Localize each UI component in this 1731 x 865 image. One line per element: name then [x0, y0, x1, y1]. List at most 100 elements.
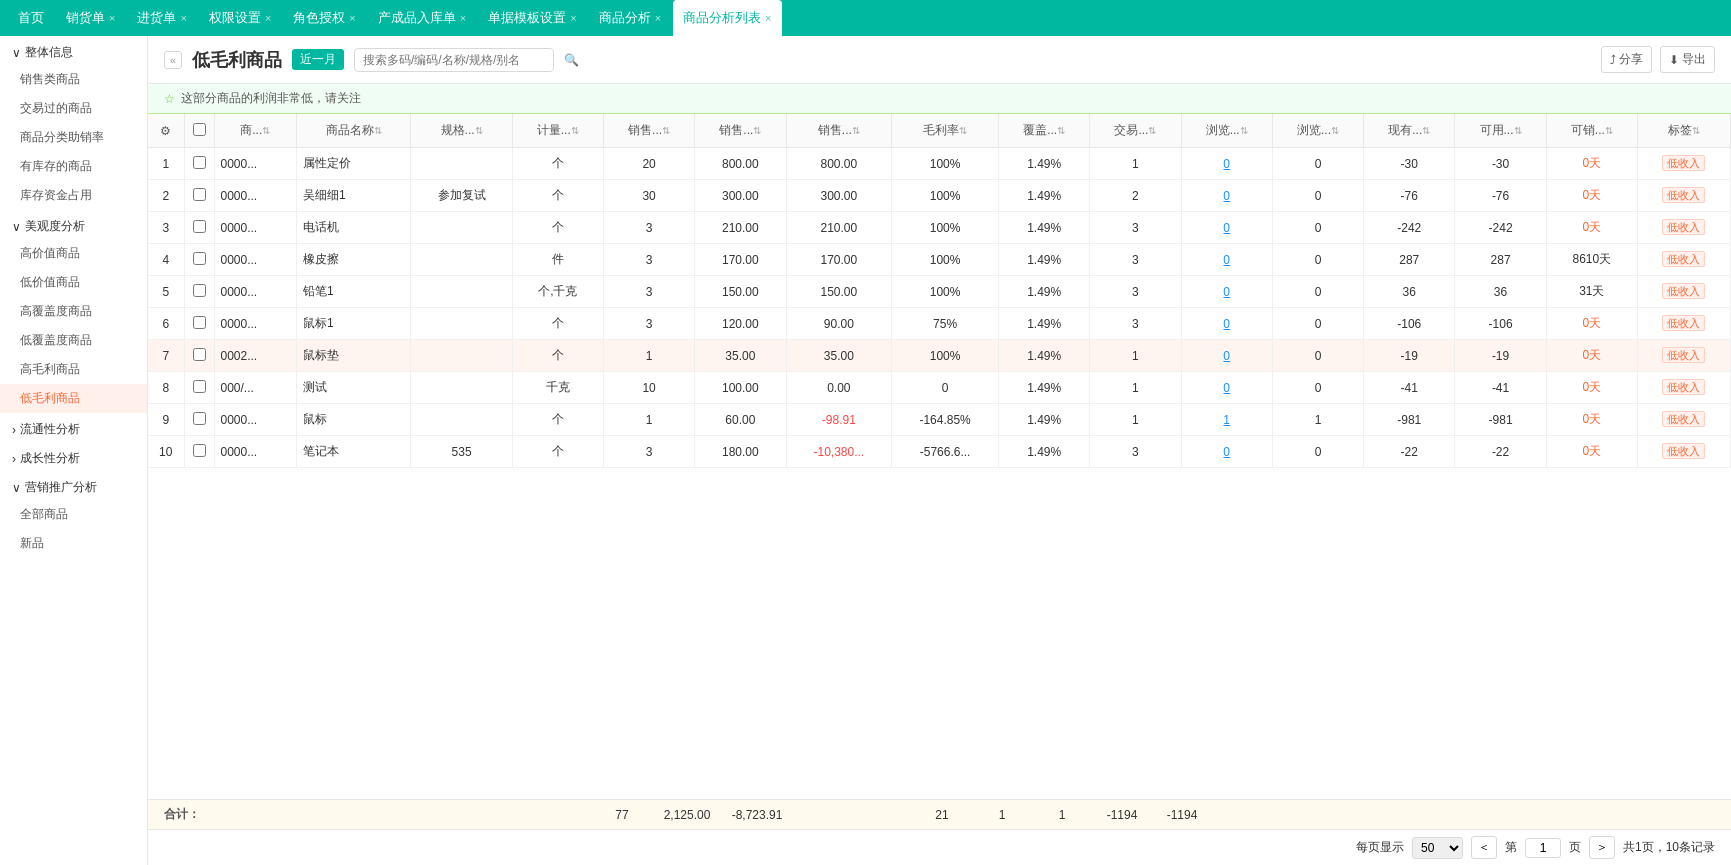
total-current: -1194 [1092, 808, 1152, 822]
row-sales: 300.00 [786, 180, 892, 212]
table-header-row: ⚙ 商...⇅ 商品名称⇅ 规格...⇅ 计量...⇅ 销售...⇅ 销售...… [148, 114, 1731, 148]
th-settings[interactable]: ⚙ [148, 114, 184, 148]
th-name[interactable]: 商品名称⇅ [296, 114, 410, 148]
th-checkbox[interactable] [184, 114, 214, 148]
row-browse1[interactable]: 0 [1181, 212, 1272, 244]
sidebar-item-category-rate[interactable]: 商品分类助销率 [0, 123, 147, 152]
row-browse1[interactable]: 0 [1181, 276, 1272, 308]
row-checkbox[interactable] [184, 308, 214, 340]
th-current[interactable]: 现有...⇅ [1364, 114, 1455, 148]
row-browse1[interactable]: 0 [1181, 180, 1272, 212]
th-available[interactable]: 可用...⇅ [1455, 114, 1546, 148]
row-browse1[interactable]: 1 [1181, 404, 1272, 436]
row-index: 6 [148, 308, 184, 340]
close-icon[interactable]: × [180, 12, 186, 24]
th-trade[interactable]: 交易...⇅ [1090, 114, 1181, 148]
per-page-select[interactable]: 50 100 200 [1412, 837, 1463, 859]
row-current: -106 [1364, 308, 1455, 340]
th-qty[interactable]: 销售...⇅ [603, 114, 694, 148]
th-browse1[interactable]: 浏览...⇅ [1181, 114, 1272, 148]
sidebar-item-stocked-goods[interactable]: 有库存的商品 [0, 152, 147, 181]
th-code[interactable]: 商...⇅ [214, 114, 296, 148]
row-spec [411, 276, 512, 308]
sidebar-item-all-goods[interactable]: 全部商品 [0, 500, 147, 529]
sidebar-item-high-margin[interactable]: 高毛利商品 [0, 355, 147, 384]
nav-item-product-entry[interactable]: 产成品入库单 × [368, 0, 476, 36]
row-checkbox[interactable] [184, 180, 214, 212]
th-spec[interactable]: 规格...⇅ [411, 114, 512, 148]
close-icon[interactable]: × [765, 12, 771, 24]
row-checkbox[interactable] [184, 436, 214, 468]
sidebar-item-new-goods[interactable]: 新品 [0, 529, 147, 558]
select-all-checkbox[interactable] [193, 123, 206, 136]
nav-item-home[interactable]: 首页 [8, 0, 54, 36]
row-coverage: 1.49% [999, 276, 1090, 308]
row-checkbox[interactable] [184, 340, 214, 372]
nav-item-template[interactable]: 单据模板设置 × [478, 0, 586, 36]
search-icon[interactable]: 🔍 [564, 53, 579, 67]
th-gross[interactable]: 毛利率⇅ [892, 114, 999, 148]
close-icon[interactable]: × [460, 12, 466, 24]
row-tag: 低收入 [1637, 276, 1730, 308]
sidebar-group-liquidity[interactable]: › 流通性分析 [0, 413, 147, 442]
row-browse1[interactable]: 0 [1181, 148, 1272, 180]
row-current: -22 [1364, 436, 1455, 468]
nav-item-sales[interactable]: 销货单 × [56, 0, 125, 36]
sidebar-group-marketing[interactable]: ∨ 营销推广分析 [0, 471, 147, 500]
close-icon[interactable]: × [265, 12, 271, 24]
page-number-input[interactable] [1525, 838, 1561, 858]
row-browse1[interactable]: 0 [1181, 244, 1272, 276]
th-sales[interactable]: 销售...⇅ [786, 114, 892, 148]
nav-item-purchase[interactable]: 进货单 × [127, 0, 196, 36]
row-gross: 100% [892, 276, 999, 308]
share-button[interactable]: ⤴ 分享 [1601, 46, 1652, 73]
sidebar-item-low-coverage[interactable]: 低覆盖度商品 [0, 326, 147, 355]
th-sellable[interactable]: 可销...⇅ [1546, 114, 1637, 148]
sidebar-item-low-margin[interactable]: 低毛利商品 [0, 384, 147, 413]
search-input[interactable] [354, 48, 554, 72]
prev-page-button[interactable]: ＜ [1471, 836, 1497, 859]
close-icon[interactable]: × [349, 12, 355, 24]
th-coverage[interactable]: 覆盖...⇅ [999, 114, 1090, 148]
row-trade: 1 [1090, 372, 1181, 404]
sidebar-item-low-value[interactable]: 低价值商品 [0, 268, 147, 297]
th-unit[interactable]: 计量...⇅ [512, 114, 603, 148]
row-browse1[interactable]: 0 [1181, 436, 1272, 468]
close-icon[interactable]: × [655, 12, 661, 24]
nav-item-permissions[interactable]: 权限设置 × [199, 0, 281, 36]
row-checkbox[interactable] [184, 372, 214, 404]
data-table: ⚙ 商...⇅ 商品名称⇅ 规格...⇅ 计量...⇅ 销售...⇅ 销售...… [148, 114, 1731, 468]
nav-item-roles[interactable]: 角色授权 × [283, 0, 365, 36]
sidebar-item-high-coverage[interactable]: 高覆盖度商品 [0, 297, 147, 326]
row-code: 000/... [214, 372, 296, 404]
row-checkbox[interactable] [184, 148, 214, 180]
row-browse1[interactable]: 0 [1181, 308, 1272, 340]
row-checkbox[interactable] [184, 244, 214, 276]
total-pages-label: 共1页，10条记录 [1623, 839, 1715, 856]
close-icon[interactable]: × [109, 12, 115, 24]
sidebar-group-overall[interactable]: ∨ 整体信息 [0, 36, 147, 65]
sidebar-item-inventory-capital[interactable]: 库存资金占用 [0, 181, 147, 210]
row-sellable: 0天 [1546, 404, 1637, 436]
collapse-sidebar-button[interactable]: « [164, 51, 182, 69]
next-page-button[interactable]: ＞ [1589, 836, 1615, 859]
export-button[interactable]: ⬇ 导出 [1660, 46, 1715, 73]
sidebar-group-beauty[interactable]: ∨ 美观度分析 [0, 210, 147, 239]
row-browse1[interactable]: 0 [1181, 340, 1272, 372]
row-browse2: 0 [1272, 212, 1363, 244]
sidebar-item-traded-goods[interactable]: 交易过的商品 [0, 94, 147, 123]
th-tag[interactable]: 标签⇅ [1637, 114, 1730, 148]
nav-item-analysis[interactable]: 商品分析 × [589, 0, 671, 36]
sidebar-item-sales-goods[interactable]: 销售类商品 [0, 65, 147, 94]
time-range-tag[interactable]: 近一月 [292, 49, 344, 70]
row-checkbox[interactable] [184, 212, 214, 244]
close-icon[interactable]: × [570, 12, 576, 24]
th-price[interactable]: 销售...⇅ [695, 114, 786, 148]
nav-item-analysis-list[interactable]: 商品分析列表 × [673, 0, 781, 36]
row-browse1[interactable]: 0 [1181, 372, 1272, 404]
sidebar-group-growth[interactable]: › 成长性分析 [0, 442, 147, 471]
row-checkbox[interactable] [184, 404, 214, 436]
th-browse2[interactable]: 浏览...⇅ [1272, 114, 1363, 148]
sidebar-item-high-value[interactable]: 高价值商品 [0, 239, 147, 268]
row-checkbox[interactable] [184, 276, 214, 308]
